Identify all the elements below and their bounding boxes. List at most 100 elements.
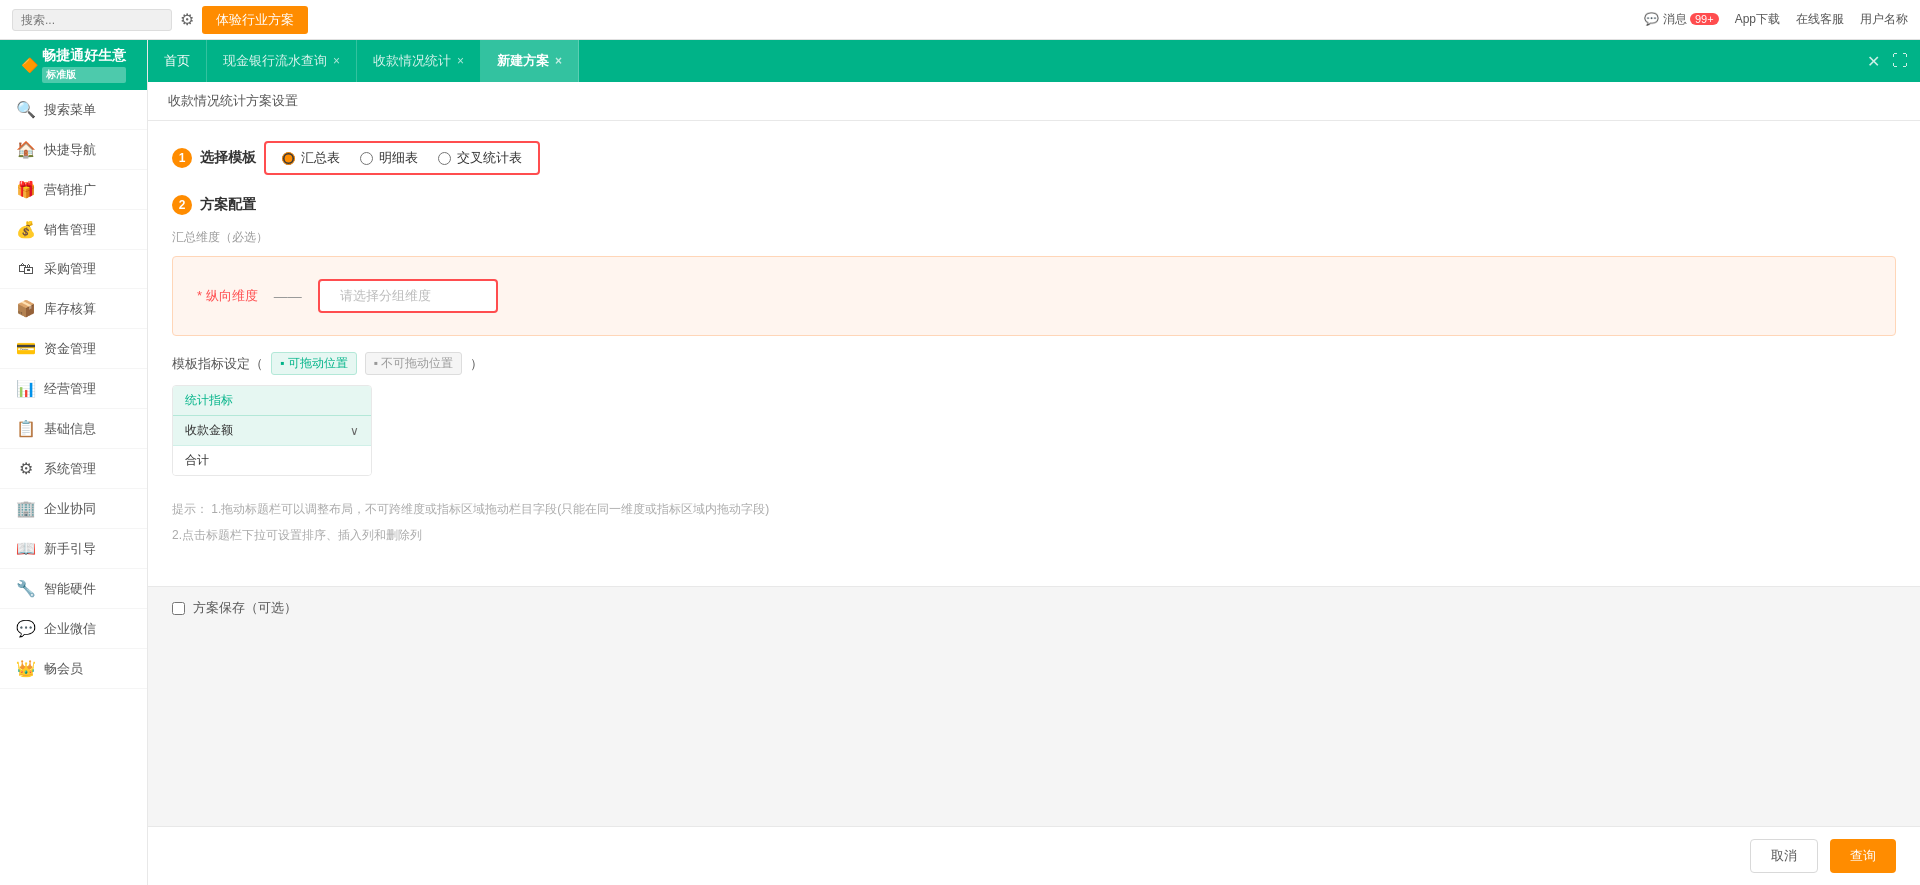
sidebar-item-wechat[interactable]: 💬 企业微信 [0, 609, 147, 649]
tab-new-plan-label: 新建方案 [497, 52, 549, 70]
dim-arrow: —— [274, 288, 302, 304]
sidebar-label-purchase: 采购管理 [44, 260, 96, 278]
notification-icon[interactable]: 💬 消息 99+ [1644, 11, 1718, 28]
save-label: 方案保存（可选） [193, 599, 297, 617]
sidebar-item-marketing[interactable]: 🎁 营销推广 [0, 170, 147, 210]
sidebar-item-nav[interactable]: 🏠 快捷导航 [0, 130, 147, 170]
tab-new-plan[interactable]: 新建方案 × [481, 40, 579, 82]
sidebar-label-hardware: 智能硬件 [44, 580, 96, 598]
sidebar-label-inventory: 库存核算 [44, 300, 96, 318]
step2-title: 方案配置 [200, 196, 256, 214]
sidebar-label-guide: 新手引导 [44, 540, 96, 558]
step1-section: 1 选择模板 汇总表 明细表 [172, 141, 1896, 175]
radio-summary-input[interactable] [282, 152, 295, 165]
sidebar-item-management[interactable]: 📊 经营管理 [0, 369, 147, 409]
indicator-subtotal: 合计 [173, 446, 371, 475]
sidebar-item-basic[interactable]: 📋 基础信息 [0, 409, 147, 449]
tab-cashflow-close[interactable]: × [333, 54, 340, 68]
tip-line2: 2.点击标题栏下拉可设置排序、插入列和删除列 [172, 525, 1896, 547]
sidebar-item-guide[interactable]: 📖 新手引导 [0, 529, 147, 569]
user-name[interactable]: 用户名称 [1860, 11, 1908, 28]
sidebar: 🔶 畅捷通好生意 标准版 🔍 搜索菜单 🏠 快捷导航 🎁 营销推广 💰 销售管理… [0, 40, 148, 885]
query-button[interactable]: 查询 [1830, 839, 1896, 873]
chart-icon: 📊 [16, 379, 36, 398]
draggable-indicator: ▪ [280, 356, 284, 370]
sidebar-item-inventory[interactable]: 📦 库存核算 [0, 289, 147, 329]
radio-summary[interactable]: 汇总表 [282, 149, 340, 167]
tab-bar: 首页 现金银行流水查询 × 收款情况统计 × 新建方案 × ✕ ⛶ [148, 40, 1920, 82]
indicator-item-label: 收款金额 [185, 422, 233, 439]
dimension-select[interactable]: 请选择分组维度 [318, 279, 498, 313]
window-expand-icon[interactable]: ⛶ [1892, 52, 1908, 70]
step2-number: 2 [172, 195, 192, 215]
sidebar-item-hardware[interactable]: 🔧 智能硬件 [0, 569, 147, 609]
money-icon: 💰 [16, 220, 36, 239]
sidebar-item-enterprise[interactable]: 🏢 企业协同 [0, 489, 147, 529]
tab-collection-close[interactable]: × [457, 54, 464, 68]
top-header: ⚙ 体验行业方案 💬 消息 99+ App下载 在线客服 用户名称 [0, 0, 1920, 40]
notification-badge: 99+ [1690, 13, 1719, 25]
sidebar-label-nav: 快捷导航 [44, 141, 96, 159]
sidebar-item-system[interactable]: ⚙ 系统管理 [0, 449, 147, 489]
step1-header: 1 选择模板 汇总表 明细表 [172, 141, 1896, 175]
service-link[interactable]: 在线客服 [1796, 11, 1844, 28]
draggable-label: 可拖动位置 [288, 356, 348, 370]
tab-new-plan-close[interactable]: × [555, 54, 562, 68]
tab-home[interactable]: 首页 [148, 40, 207, 82]
cancel-button[interactable]: 取消 [1750, 839, 1818, 873]
header-right: 💬 消息 99+ App下载 在线客服 用户名称 [1644, 11, 1908, 28]
step1-title: 选择模板 [200, 149, 256, 167]
header-search-input[interactable] [12, 9, 172, 31]
sidebar-item-finance[interactable]: 💳 资金管理 [0, 329, 147, 369]
indicator-area: 统计指标 收款金额 ∨ 合计 [172, 385, 372, 476]
purchase-icon: 🛍 [16, 260, 36, 278]
dimension-area: * 纵向维度 —— 请选择分组维度 [172, 256, 1896, 336]
industry-button[interactable]: 体验行业方案 [202, 6, 308, 34]
non-draggable-tag: ▪ 不可拖动位置 [365, 352, 463, 375]
crown-icon: 👑 [16, 659, 36, 678]
step2-header: 2 方案配置 [172, 195, 1896, 215]
radio-cross-input[interactable] [438, 152, 451, 165]
form-container: 1 选择模板 汇总表 明细表 [148, 121, 1920, 586]
wechat-icon: 💬 [16, 619, 36, 638]
save-checkbox[interactable] [172, 602, 185, 615]
sidebar-label-member: 畅会员 [44, 660, 83, 678]
hardware-icon: 🔧 [16, 579, 36, 598]
window-close-icon[interactable]: ✕ [1867, 52, 1880, 71]
tab-collection-label: 收款情况统计 [373, 52, 451, 70]
tab-home-label: 首页 [164, 52, 190, 70]
inventory-icon: 📦 [16, 299, 36, 318]
gear-icon[interactable]: ⚙ [180, 10, 194, 29]
header-left: ⚙ 体验行业方案 [12, 6, 308, 34]
home-icon: 🏠 [16, 140, 36, 159]
sidebar-label-wechat: 企业微信 [44, 620, 96, 638]
sidebar-label-management: 经营管理 [44, 380, 96, 398]
search-icon: 🔍 [16, 100, 36, 119]
radio-detail[interactable]: 明细表 [360, 149, 418, 167]
tab-bar-actions: ✕ ⛶ [1867, 40, 1920, 82]
edition-badge: 标准版 [42, 67, 126, 83]
indicator-dropdown-icon[interactable]: ∨ [350, 424, 359, 438]
indicator-settings-header: 模板指标设定（ ▪ 可拖动位置 ▪ 不可拖动位置 ） [172, 352, 1896, 375]
bottom-save-section: 方案保存（可选） [148, 586, 1920, 629]
indicator-settings-label: 模板指标设定（ [172, 355, 263, 373]
dimension-header: 汇总维度（必选） [172, 229, 1896, 246]
radio-detail-input[interactable] [360, 152, 373, 165]
guide-icon: 📖 [16, 539, 36, 558]
sidebar-item-search[interactable]: 🔍 搜索菜单 [0, 90, 147, 130]
dimension-title: 汇总维度（必选） [172, 230, 268, 244]
step2-section: 2 方案配置 汇总维度（必选） * 纵向维度 —— 请选择分组维度 [172, 195, 1896, 546]
tip-section: 提示： 1.拖动标题栏可以调整布局，不可跨维度或指标区域拖动栏目字段(只能在同一… [172, 499, 1896, 546]
tab-cashflow-label: 现金银行流水查询 [223, 52, 327, 70]
download-link[interactable]: App下载 [1735, 11, 1780, 28]
indicator-item-amount[interactable]: 收款金额 ∨ [173, 416, 371, 446]
sidebar-item-sales[interactable]: 💰 销售管理 [0, 210, 147, 250]
notification-label: 消息 [1663, 12, 1687, 26]
gift-icon: 🎁 [16, 180, 36, 199]
breadcrumb-text: 收款情况统计方案设置 [168, 93, 298, 108]
sidebar-item-purchase[interactable]: 🛍 采购管理 [0, 250, 147, 289]
tab-cashflow[interactable]: 现金银行流水查询 × [207, 40, 357, 82]
sidebar-item-member[interactable]: 👑 畅会员 [0, 649, 147, 689]
tab-collection[interactable]: 收款情况统计 × [357, 40, 481, 82]
radio-cross[interactable]: 交叉统计表 [438, 149, 522, 167]
